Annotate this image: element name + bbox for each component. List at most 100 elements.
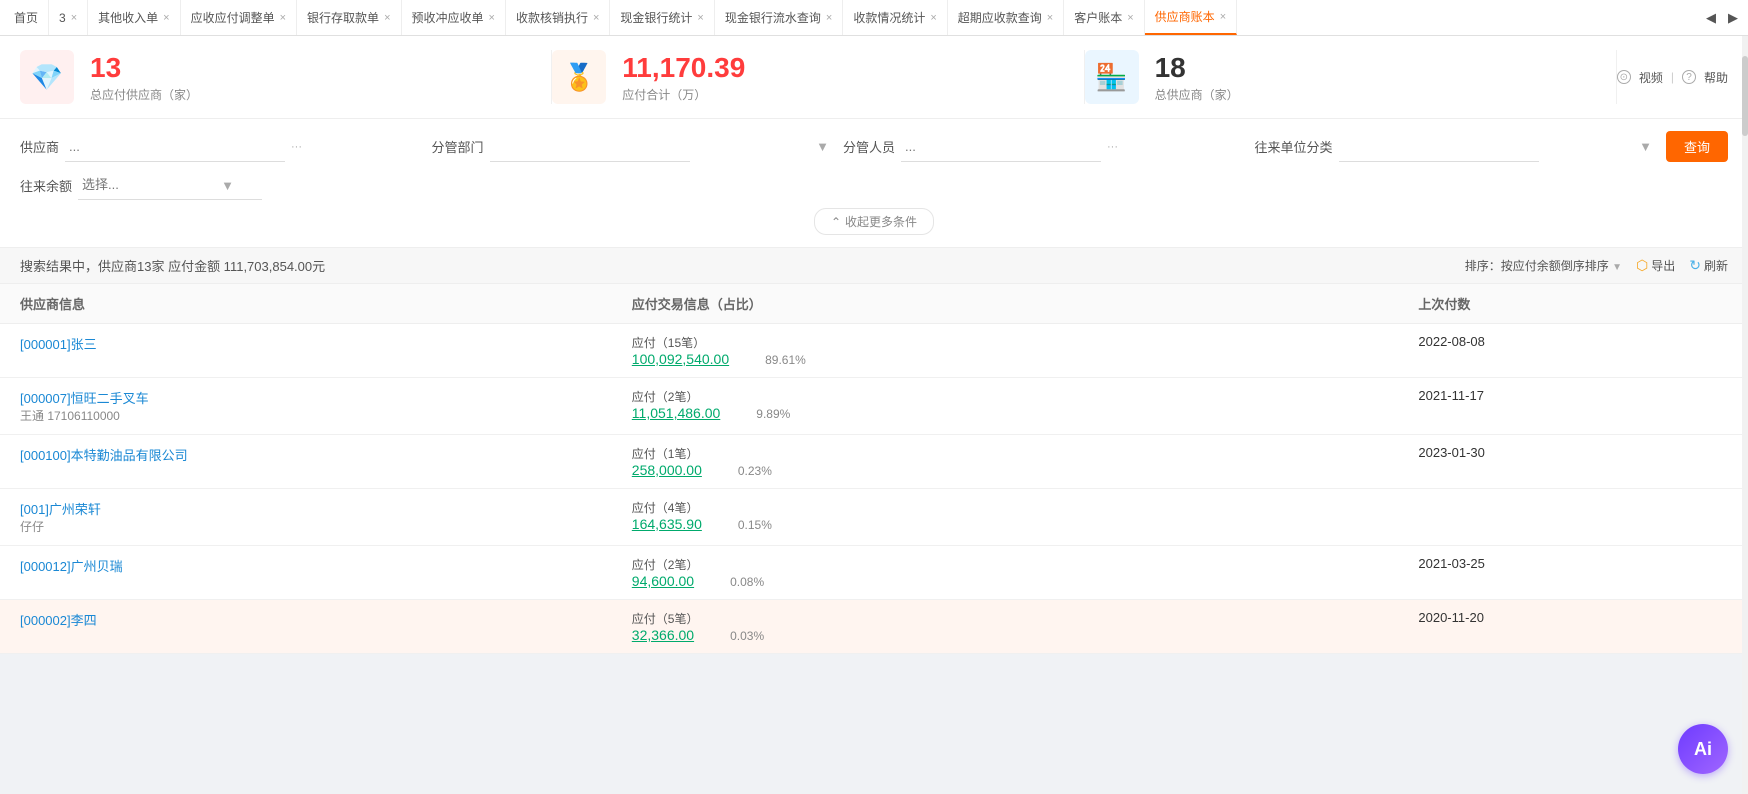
supplier-cell-2: [000100]本特勤油品有限公司	[0, 435, 612, 489]
filter-supplier: 供应商 ···	[20, 132, 422, 162]
summary-icon-medal: 🏅	[552, 50, 606, 104]
pay-label-3: 应付（4笔）	[632, 501, 699, 515]
supplier-link-3[interactable]: [001]广州荣轩	[20, 499, 592, 518]
pay-amount-0[interactable]: 100,092,540.00	[632, 351, 729, 367]
supplier-cell-4: [000012]广州贝瑞	[0, 546, 612, 600]
refresh-label: 刷新	[1704, 257, 1728, 274]
category-dropdown-arrow: ▼	[1639, 139, 1652, 154]
nav-tab-close-payment-verify[interactable]: ×	[593, 12, 599, 24]
pay-amount-4[interactable]: 94,600.00	[632, 573, 694, 589]
supplier-link-5[interactable]: [000002]李四	[20, 610, 592, 629]
export-icon: ⬡	[1636, 257, 1648, 274]
help-link[interactable]: 帮助	[1704, 69, 1728, 86]
table-header: 供应商信息 应付交易信息（占比） 上次付数	[0, 284, 1748, 324]
sort-selector[interactable]: 排序：按应付余额倒序排序 ▼	[1465, 257, 1622, 274]
supplier-filter-input[interactable]	[65, 132, 285, 162]
top-right-links: ⊙ 视频 | ? 帮助	[1617, 69, 1728, 86]
col-header-lastpay: 上次付数	[1398, 284, 1748, 324]
video-link[interactable]: 视频	[1639, 69, 1663, 86]
supplier-cell-0: [000001]张三	[0, 324, 612, 378]
nav-tab-close-cash-bank-stat[interactable]: ×	[697, 12, 703, 24]
nav-tab-home[interactable]: 首页	[4, 0, 49, 35]
circle-icon-2: ?	[1682, 70, 1696, 84]
nav-tab-close-advance-write-off[interactable]: ×	[489, 12, 495, 24]
export-label: 导出	[1651, 257, 1675, 274]
results-summary-text: 搜索结果中，供应商13家 应付金额 111,703,854.00元	[20, 256, 325, 275]
summary-icon-payable: 💎	[20, 50, 74, 104]
nav-tab-close-bank-deposit[interactable]: ×	[384, 12, 390, 24]
nav-tab-close-overdue-query[interactable]: ×	[1047, 12, 1053, 24]
filter-category: 往来单位分类 ▼	[1255, 132, 1657, 162]
nav-tab-tab3[interactable]: 3×	[49, 0, 88, 35]
nav-tab-payment-verify[interactable]: 收款核销执行×	[506, 0, 610, 35]
nav-tab-customer-account[interactable]: 客户账本×	[1064, 0, 1144, 35]
nav-tab-advance-write-off[interactable]: 预收冲应收单×	[402, 0, 506, 35]
nav-tab-payable-adjust[interactable]: 应收应付调整单×	[181, 0, 297, 35]
results-actions: 排序：按应付余额倒序排序 ▼ ⬡ 导出 ↻ 刷新	[1465, 257, 1728, 274]
nav-tab-close-payable-adjust[interactable]: ×	[280, 12, 286, 24]
summary-icon-store: 🏪	[1085, 50, 1139, 104]
nav-tab-collection-stat[interactable]: 收款情况统计×	[843, 0, 947, 35]
scrollbar-thumb[interactable]	[1742, 56, 1748, 136]
last-pay-cell-4: 2021-03-25	[1398, 546, 1748, 600]
balance-filter-input[interactable]	[78, 170, 262, 200]
nav-tab-overdue-query[interactable]: 超期应收款查询×	[948, 0, 1064, 35]
balance-dropdown[interactable]: ▼	[78, 170, 238, 200]
supplier-sub-1: 王通 17106110000	[20, 409, 120, 423]
dept-filter-label: 分管部门	[432, 137, 484, 156]
pay-amount-5[interactable]: 32,366.00	[632, 627, 694, 643]
nav-arrow-left[interactable]: ◀	[1700, 10, 1722, 26]
total-supplier-label: 总供应商（家）	[1155, 86, 1239, 103]
dept-dropdown[interactable]: ▼	[490, 132, 833, 162]
payable-cell-2: 应付（1笔）258,000.000.23%	[612, 435, 1399, 489]
nav-tab-cash-bank-stat[interactable]: 现金银行统计×	[610, 0, 714, 35]
right-scrollbar[interactable]	[1742, 36, 1748, 794]
table-row: [000002]李四应付（5笔）32,366.000.03%2020-11-20	[0, 600, 1748, 654]
table-body: [000001]张三 应付（15笔）100,092,540.00 89.61% 202…	[0, 324, 1748, 654]
nav-tab-other-income[interactable]: 其他收入单×	[88, 0, 180, 35]
payable-cell-5: 应付（5笔）32,366.000.03%	[612, 600, 1399, 654]
supplier-link-1[interactable]: [000007]恒旺二手叉车	[20, 388, 592, 407]
pay-percent-4: 0.08%	[730, 575, 764, 589]
summary-row: 💎 13 总应付供应商（家） 🏅 11,170.39 应付合计（万） 🏪 18 …	[0, 36, 1748, 119]
nav-tab-close-cash-bank-flow[interactable]: ×	[826, 12, 832, 24]
summary-card-total-suppliers: 🏪 18 总供应商（家）	[1085, 50, 1617, 104]
pay-percent-0: 89.61%	[765, 353, 806, 367]
last-pay-cell-3	[1398, 489, 1748, 546]
category-dropdown[interactable]: ▼	[1339, 132, 1656, 162]
ai-assistant-button[interactable]: Ai	[1678, 724, 1728, 774]
category-filter-input[interactable]	[1339, 132, 1539, 162]
supplier-link-0[interactable]: [000001]张三	[20, 334, 592, 353]
nav-arrow-right[interactable]: ▶	[1722, 10, 1744, 26]
person-dots-icon: ···	[1107, 141, 1118, 153]
supplier-table-wrap: 供应商信息 应付交易信息（占比） 上次付数 [000001]张三应付（15笔）1…	[0, 284, 1748, 654]
nav-tab-close-tab3[interactable]: ×	[71, 12, 77, 24]
refresh-button[interactable]: ↻ 刷新	[1689, 257, 1728, 274]
collapse-label: 收起更多条件	[845, 213, 917, 230]
payable-cell-0: 应付（15笔）100,092,540.00 89.61%	[612, 324, 1399, 378]
person-filter-input[interactable]	[901, 132, 1101, 162]
payable-supplier-label: 总应付供应商（家）	[90, 86, 198, 103]
supplier-link-2[interactable]: [000100]本特勤油品有限公司	[20, 445, 592, 464]
nav-tab-close-other-income[interactable]: ×	[163, 12, 169, 24]
collapse-button[interactable]: ⌃ 收起更多条件	[814, 208, 934, 235]
nav-tab-close-supplier-account[interactable]: ×	[1220, 11, 1226, 23]
pay-label-0: 应付（15笔）	[632, 336, 705, 350]
nav-tab-close-collection-stat[interactable]: ×	[930, 12, 936, 24]
pay-amount-2[interactable]: 258,000.00	[632, 462, 702, 478]
dept-filter-input[interactable]	[490, 132, 690, 162]
supplier-cell-1: [000007]恒旺二手叉车王通 17106110000	[0, 378, 612, 435]
nav-tab-cash-bank-flow[interactable]: 现金银行流水查询×	[715, 0, 843, 35]
nav-tab-bank-deposit[interactable]: 银行存取款单×	[297, 0, 401, 35]
nav-tab-supplier-account[interactable]: 供应商账本×	[1145, 0, 1237, 35]
table-row: [000007]恒旺二手叉车王通 17106110000应付（2笔）11,051…	[0, 378, 1748, 435]
pay-percent-3: 0.15%	[738, 518, 772, 532]
filter-person: 分管人员 ···	[843, 132, 1245, 162]
query-button[interactable]: 查询	[1666, 131, 1728, 162]
top-navigation: 首页3×其他收入单×应收应付调整单×银行存取款单×预收冲应收单×收款核销执行×现…	[0, 0, 1748, 36]
nav-tab-close-customer-account[interactable]: ×	[1127, 12, 1133, 24]
export-button[interactable]: ⬡ 导出	[1636, 257, 1675, 274]
pay-amount-1[interactable]: 11,051,486.00	[632, 405, 721, 421]
pay-amount-3[interactable]: 164,635.90	[632, 516, 702, 532]
supplier-link-4[interactable]: [000012]广州贝瑞	[20, 556, 592, 575]
